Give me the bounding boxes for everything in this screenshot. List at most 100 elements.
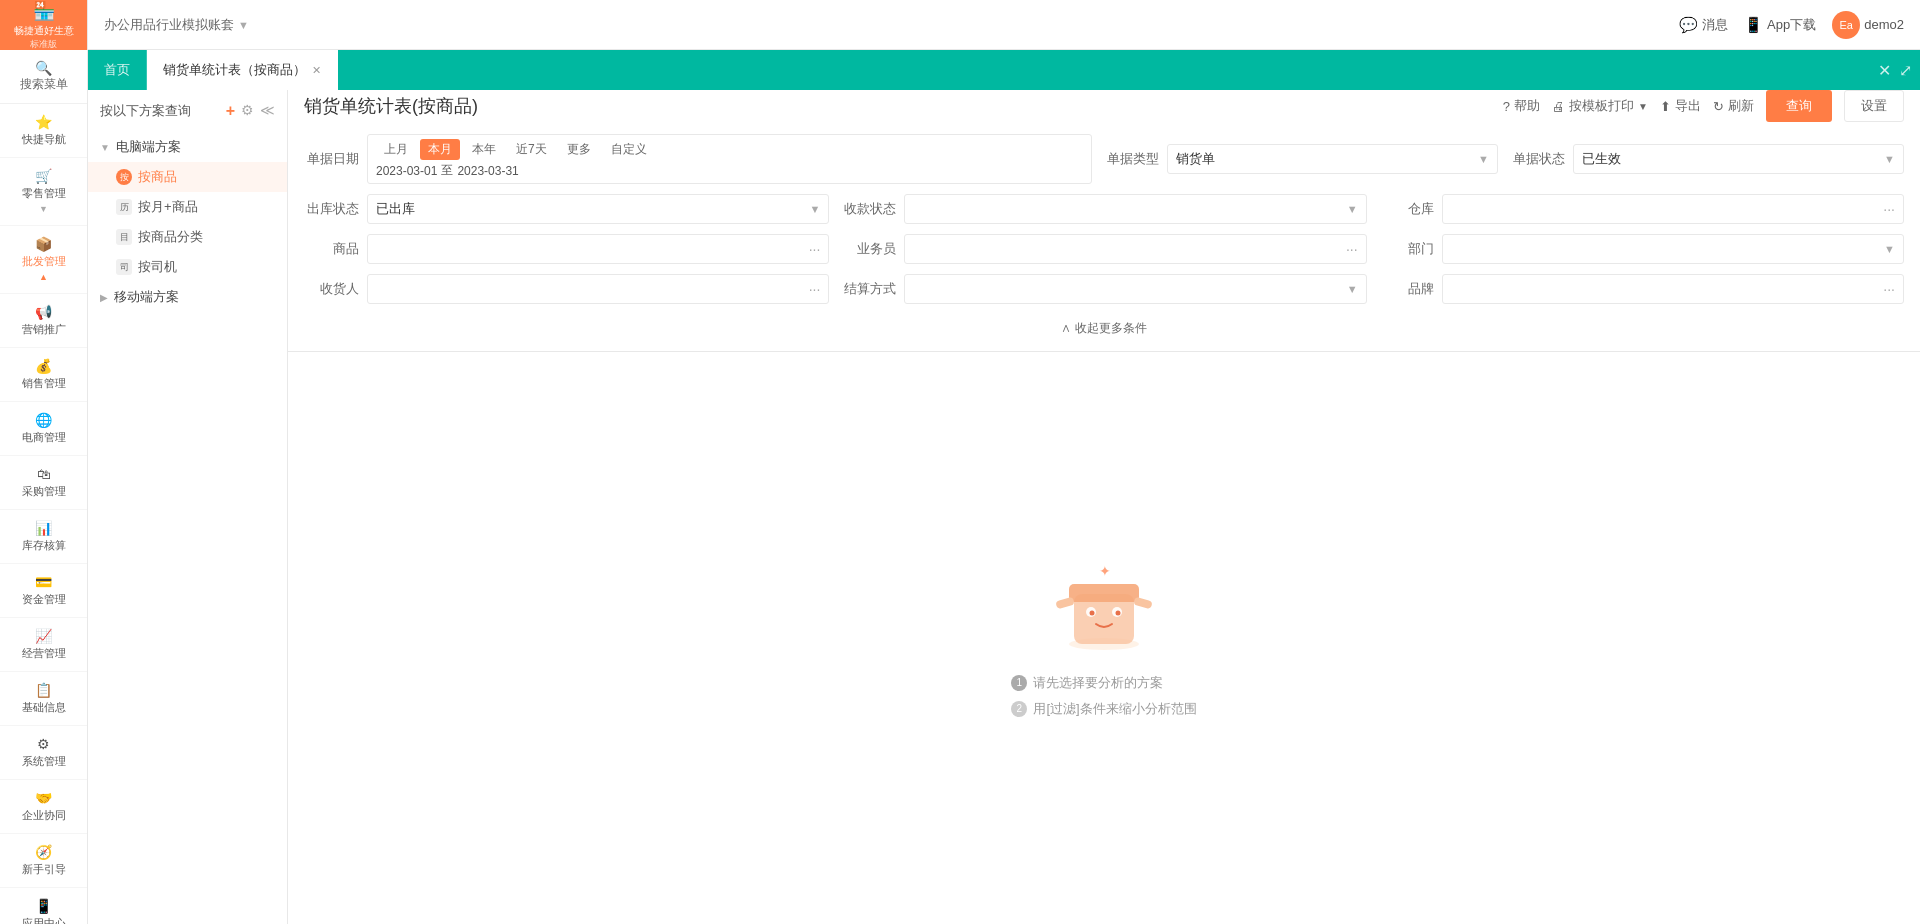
warehouse-input[interactable]: ···: [1442, 194, 1904, 224]
tab-home[interactable]: 首页: [88, 50, 147, 90]
user-name: demo2: [1864, 17, 1904, 32]
date-tag-this-year[interactable]: 本年: [464, 139, 504, 160]
export-button[interactable]: ⬆ 导出: [1660, 90, 1701, 122]
logo-subtext: 标准版: [30, 38, 57, 51]
tab-sales-stats[interactable]: 销货单统计表（按商品） ✕: [147, 50, 338, 90]
app-logo[interactable]: 🏪 畅捷通好生意 标准版: [0, 0, 87, 50]
out-status-value: 已出库: [376, 200, 415, 218]
doc-type-select[interactable]: 销货单 ▼: [1167, 144, 1498, 174]
sidebar-item-operation[interactable]: 📈 经营管理: [0, 618, 87, 672]
topbar-left: 办公用品行业模拟账套 ▼: [104, 16, 249, 34]
edit-scheme-button[interactable]: ⚙: [241, 102, 254, 120]
sidebar-item-marketing[interactable]: 📢 营销推广: [0, 294, 87, 348]
settlement-select[interactable]: ▼: [904, 274, 1366, 304]
tree-section: ▼ 电脑端方案 按 按商品 历 按月+商品 目 按商品分类 司: [88, 132, 287, 312]
right-panel: 销货单统计表(按商品) ? 帮助 🖨 按模板打印 ▼ ⬆: [288, 90, 1920, 924]
close-tab-button[interactable]: ✕: [312, 64, 321, 77]
empty-tips: 1 请先选择要分析的方案 2 用[过滤]条件来缩小分析范围: [1011, 670, 1196, 722]
collapse-panel-button[interactable]: ≪: [260, 102, 275, 120]
product-dots-button[interactable]: ···: [809, 241, 821, 257]
page-title: 销货单统计表(按商品) ? 帮助 🖨 按模板打印 ▼ ⬆: [304, 90, 1904, 122]
query-button[interactable]: 查询: [1766, 90, 1832, 122]
basic-label: 基础信息: [4, 700, 83, 715]
warehouse-dots-button[interactable]: ···: [1883, 201, 1895, 217]
sidebar-item-sales[interactable]: 💰 销售管理: [0, 348, 87, 402]
search-icon: 🔍: [4, 60, 83, 76]
date-tag-last-month[interactable]: 上月: [376, 139, 416, 160]
sidebar-item-purchase[interactable]: 🛍 采购管理: [0, 456, 87, 510]
tree-child-by-driver[interactable]: 司 按司机: [88, 252, 287, 282]
date-tag-7days[interactable]: 近7天: [508, 139, 555, 160]
sidebar-item-inventory[interactable]: 📊 库存核算: [0, 510, 87, 564]
date-tag-this-month[interactable]: 本月: [420, 139, 460, 160]
guide-icon: 🧭: [4, 844, 83, 860]
sidebar-item-ecommerce[interactable]: 🌐 电商管理: [0, 402, 87, 456]
out-status-label: 出库状态: [304, 200, 359, 218]
help-icon: ?: [1503, 99, 1510, 114]
tree-child-by-month-product[interactable]: 历 按月+商品: [88, 192, 287, 222]
doc-status-label: 单据状态: [1510, 150, 1565, 168]
tree-parent-pc[interactable]: ▼ 电脑端方案: [88, 132, 287, 162]
filter-row-1: 单据日期 上月 本月 本年 近7天 更多 自定义 2023-: [304, 134, 1904, 184]
tabbar: 首页 销货单统计表（按商品） ✕ ✕ ⤢: [88, 50, 1920, 90]
out-status-arrow: ▼: [809, 203, 820, 215]
app-download-button[interactable]: 📱 App下载: [1744, 16, 1816, 34]
payment-status-select[interactable]: ▼: [904, 194, 1366, 224]
sidebar-item-enterprise[interactable]: 🤝 企业协同: [0, 780, 87, 834]
home-tab-label: 首页: [104, 61, 130, 79]
sidebar-item-basic[interactable]: 📋 基础信息: [0, 672, 87, 726]
svg-point-6: [1116, 611, 1121, 616]
sidebar-item-retail[interactable]: 🛒 零售管理 ▼: [0, 158, 87, 226]
sidebar-item-apps[interactable]: 📱 应用中心: [0, 888, 87, 924]
inventory-icon: 📊: [4, 520, 83, 536]
product-input[interactable]: ···: [367, 234, 829, 264]
receiver-input[interactable]: ···: [367, 274, 829, 304]
doc-status-select[interactable]: 已生效 ▼: [1573, 144, 1904, 174]
sidebar-item-guide[interactable]: 🧭 新手引导: [0, 834, 87, 888]
print-template-button[interactable]: 🖨 按模板打印 ▼: [1552, 90, 1648, 122]
salesman-input[interactable]: ···: [904, 234, 1366, 264]
sidebar-item-system[interactable]: ⚙ 系统管理: [0, 726, 87, 780]
doc-type-value: 销货单: [1176, 150, 1215, 168]
svg-rect-2: [1069, 584, 1139, 602]
export-label: 导出: [1675, 97, 1701, 115]
out-status-select[interactable]: 已出库 ▼: [367, 194, 829, 224]
user-menu[interactable]: Ea demo2: [1832, 11, 1904, 39]
dept-select[interactable]: ▼: [1442, 234, 1904, 264]
tree-child-by-category[interactable]: 目 按商品分类: [88, 222, 287, 252]
refresh-icon: ↻: [1713, 99, 1724, 114]
brand-dots-button[interactable]: ···: [1883, 281, 1895, 297]
sidebar-item-finance[interactable]: 💳 资金管理: [0, 564, 87, 618]
search-menu-item[interactable]: 🔍 搜索菜单: [0, 50, 87, 104]
tree-parent-mobile[interactable]: ▶ 移动端方案: [88, 282, 287, 312]
operation-label: 经营管理: [4, 646, 83, 661]
by-driver-label: 按司机: [138, 258, 177, 276]
sales-icon: 💰: [4, 358, 83, 374]
maximize-button[interactable]: ⤢: [1899, 61, 1912, 80]
date-separator: 至: [441, 162, 453, 179]
close-all-tabs-button[interactable]: ✕: [1878, 61, 1891, 80]
sidebar-item-quicknav[interactable]: ⭐ 快捷导航: [0, 104, 87, 158]
date-tag-custom[interactable]: 自定义: [603, 139, 655, 160]
help-button[interactable]: ? 帮助: [1503, 90, 1540, 122]
topbar: 办公用品行业模拟账套 ▼ 💬 消息 📱 App下载 Ea demo2: [88, 0, 1920, 50]
message-button[interactable]: 💬 消息: [1679, 16, 1728, 34]
setting-button[interactable]: 设置: [1844, 90, 1904, 122]
print-label: 按模板打印: [1569, 97, 1634, 115]
brand-input[interactable]: ···: [1442, 274, 1904, 304]
dept-label: 部门: [1379, 240, 1434, 258]
industry-name: 办公用品行业模拟账套: [104, 16, 234, 34]
message-icon: 💬: [1679, 16, 1698, 34]
tip-num-2: 2: [1011, 701, 1027, 717]
receiver-dots-button[interactable]: ···: [809, 281, 821, 297]
industry-selector[interactable]: 办公用品行业模拟账套 ▼: [104, 16, 249, 34]
date-tag-more[interactable]: 更多: [559, 139, 599, 160]
svg-text:✦: ✦: [1099, 563, 1111, 579]
sidebar-item-wholesale[interactable]: 📦 批发管理 ▲: [0, 226, 87, 294]
add-scheme-button[interactable]: +: [226, 102, 235, 120]
refresh-button[interactable]: ↻ 刷新: [1713, 90, 1754, 122]
salesman-dots-button[interactable]: ···: [1346, 241, 1358, 257]
filter-date-range: 单据日期 上月 本月 本年 近7天 更多 自定义 2023-: [304, 134, 1092, 184]
collapse-conditions-button[interactable]: ∧ 收起更多条件: [304, 314, 1904, 343]
tree-child-by-product[interactable]: 按 按商品: [88, 162, 287, 192]
